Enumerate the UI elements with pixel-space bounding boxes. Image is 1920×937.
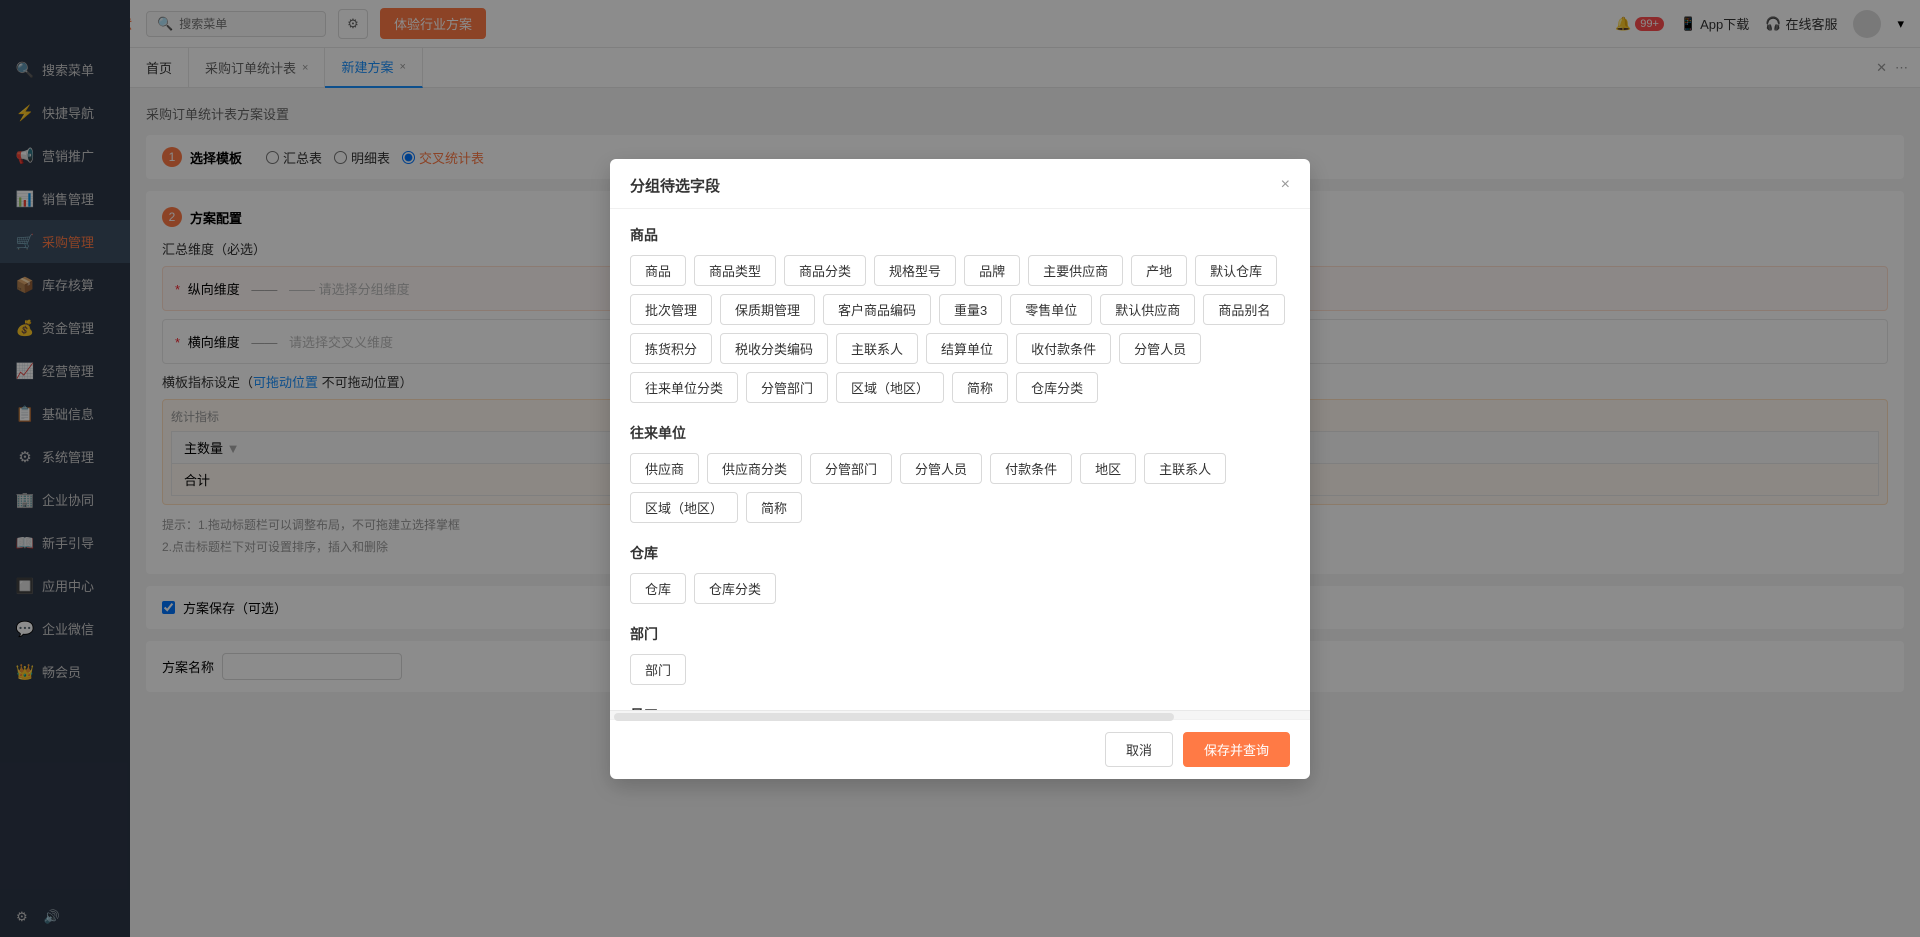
field-group-warehouse: 仓库 仓库 仓库分类 bbox=[630, 543, 1290, 604]
dialog-footer: 取消 保存并查询 bbox=[610, 719, 1310, 779]
field-group-product: 商品 商品 商品类型 商品分类 规格型号 品牌 主要供应商 产地 默认仓库 批次… bbox=[630, 225, 1290, 403]
dialog-field-select: 分组待选字段 × 商品 商品 商品类型 商品分类 规格型号 品牌 主要供应商 产… bbox=[610, 159, 1310, 779]
field-tag-person-partner[interactable]: 分管人员 bbox=[900, 453, 982, 484]
dialog-close-button[interactable]: × bbox=[1281, 176, 1290, 194]
field-tag-area[interactable]: 地区 bbox=[1080, 453, 1136, 484]
field-tag-tax-code[interactable]: 税收分类编码 bbox=[720, 333, 828, 364]
field-tag-brand[interactable]: 品牌 bbox=[964, 255, 1020, 286]
field-tag-short-name-product[interactable]: 简称 bbox=[952, 372, 1008, 403]
field-tag-payment-terms[interactable]: 收付款条件 bbox=[1016, 333, 1111, 364]
field-tags-warehouse: 仓库 仓库分类 bbox=[630, 573, 1290, 604]
field-tag-supplier[interactable]: 供应商 bbox=[630, 453, 699, 484]
field-group-partner-title: 往来单位 bbox=[630, 423, 1290, 443]
dialog-hscrollbar[interactable] bbox=[610, 710, 1310, 718]
dialog-body: 商品 商品 商品类型 商品分类 规格型号 品牌 主要供应商 产地 默认仓库 批次… bbox=[610, 209, 1310, 711]
cancel-button[interactable]: 取消 bbox=[1105, 732, 1173, 767]
field-tag-warehouse[interactable]: 仓库 bbox=[630, 573, 686, 604]
field-tag-product-category[interactable]: 商品分类 bbox=[784, 255, 866, 286]
field-group-dept-title: 部门 bbox=[630, 624, 1290, 644]
field-tag-partner-category[interactable]: 往来单位分类 bbox=[630, 372, 738, 403]
modal-overlay: 分组待选字段 × 商品 商品 商品类型 商品分类 规格型号 品牌 主要供应商 产… bbox=[0, 0, 1920, 937]
field-tag-product-type[interactable]: 商品类型 bbox=[694, 255, 776, 286]
field-tag-weight3[interactable]: 重量3 bbox=[939, 294, 1002, 325]
field-group-dept: 部门 部门 bbox=[630, 624, 1290, 685]
field-group-warehouse-title: 仓库 bbox=[630, 543, 1290, 563]
field-tag-warehouse-cat[interactable]: 仓库分类 bbox=[694, 573, 776, 604]
field-tag-product-alias[interactable]: 商品别名 bbox=[1203, 294, 1285, 325]
field-tag-region-product[interactable]: 区域（地区） bbox=[836, 372, 944, 403]
field-tag-shelf-life[interactable]: 保质期管理 bbox=[720, 294, 815, 325]
field-tag-spec-model[interactable]: 规格型号 bbox=[874, 255, 956, 286]
field-tag-supplier-category[interactable]: 供应商分类 bbox=[707, 453, 802, 484]
field-tag-batch-mgmt[interactable]: 批次管理 bbox=[630, 294, 712, 325]
field-group-product-title: 商品 bbox=[630, 225, 1290, 245]
field-tag-product[interactable]: 商品 bbox=[630, 255, 686, 286]
dialog-title: 分组待选字段 bbox=[630, 175, 720, 196]
field-tag-payment-cond[interactable]: 付款条件 bbox=[990, 453, 1072, 484]
field-tag-dept-partner[interactable]: 分管部门 bbox=[810, 453, 892, 484]
field-tag-main-supplier[interactable]: 主要供应商 bbox=[1028, 255, 1123, 286]
field-tag-customer-code[interactable]: 客户商品编码 bbox=[823, 294, 931, 325]
field-tag-short-name-partner[interactable]: 简称 bbox=[746, 492, 802, 523]
field-tag-default-warehouse[interactable]: 默认仓库 bbox=[1195, 255, 1277, 286]
field-tag-pick-points[interactable]: 拣货积分 bbox=[630, 333, 712, 364]
field-tag-warehouse-category[interactable]: 仓库分类 bbox=[1016, 372, 1098, 403]
field-tag-main-contact[interactable]: 主联系人 bbox=[836, 333, 918, 364]
confirm-button[interactable]: 保存并查询 bbox=[1183, 732, 1290, 767]
field-tag-manager[interactable]: 分管人员 bbox=[1119, 333, 1201, 364]
field-tag-settlement-unit[interactable]: 结算单位 bbox=[926, 333, 1008, 364]
field-tags-dept: 部门 bbox=[630, 654, 1290, 685]
field-tags-partner: 供应商 供应商分类 分管部门 分管人员 付款条件 地区 主联系人 区域（地区） … bbox=[630, 453, 1290, 523]
field-tag-main-contact-partner[interactable]: 主联系人 bbox=[1144, 453, 1226, 484]
field-tag-origin[interactable]: 产地 bbox=[1131, 255, 1187, 286]
field-tag-region-partner[interactable]: 区域（地区） bbox=[630, 492, 738, 523]
field-tag-retail-unit[interactable]: 零售单位 bbox=[1010, 294, 1092, 325]
dialog-header: 分组待选字段 × bbox=[610, 159, 1310, 209]
field-group-partner: 往来单位 供应商 供应商分类 分管部门 分管人员 付款条件 地区 主联系人 区域… bbox=[630, 423, 1290, 523]
field-tags-product: 商品 商品类型 商品分类 规格型号 品牌 主要供应商 产地 默认仓库 批次管理 … bbox=[630, 255, 1290, 403]
field-tag-manage-dept[interactable]: 分管部门 bbox=[746, 372, 828, 403]
field-tag-dept[interactable]: 部门 bbox=[630, 654, 686, 685]
field-tag-default-supplier[interactable]: 默认供应商 bbox=[1100, 294, 1195, 325]
